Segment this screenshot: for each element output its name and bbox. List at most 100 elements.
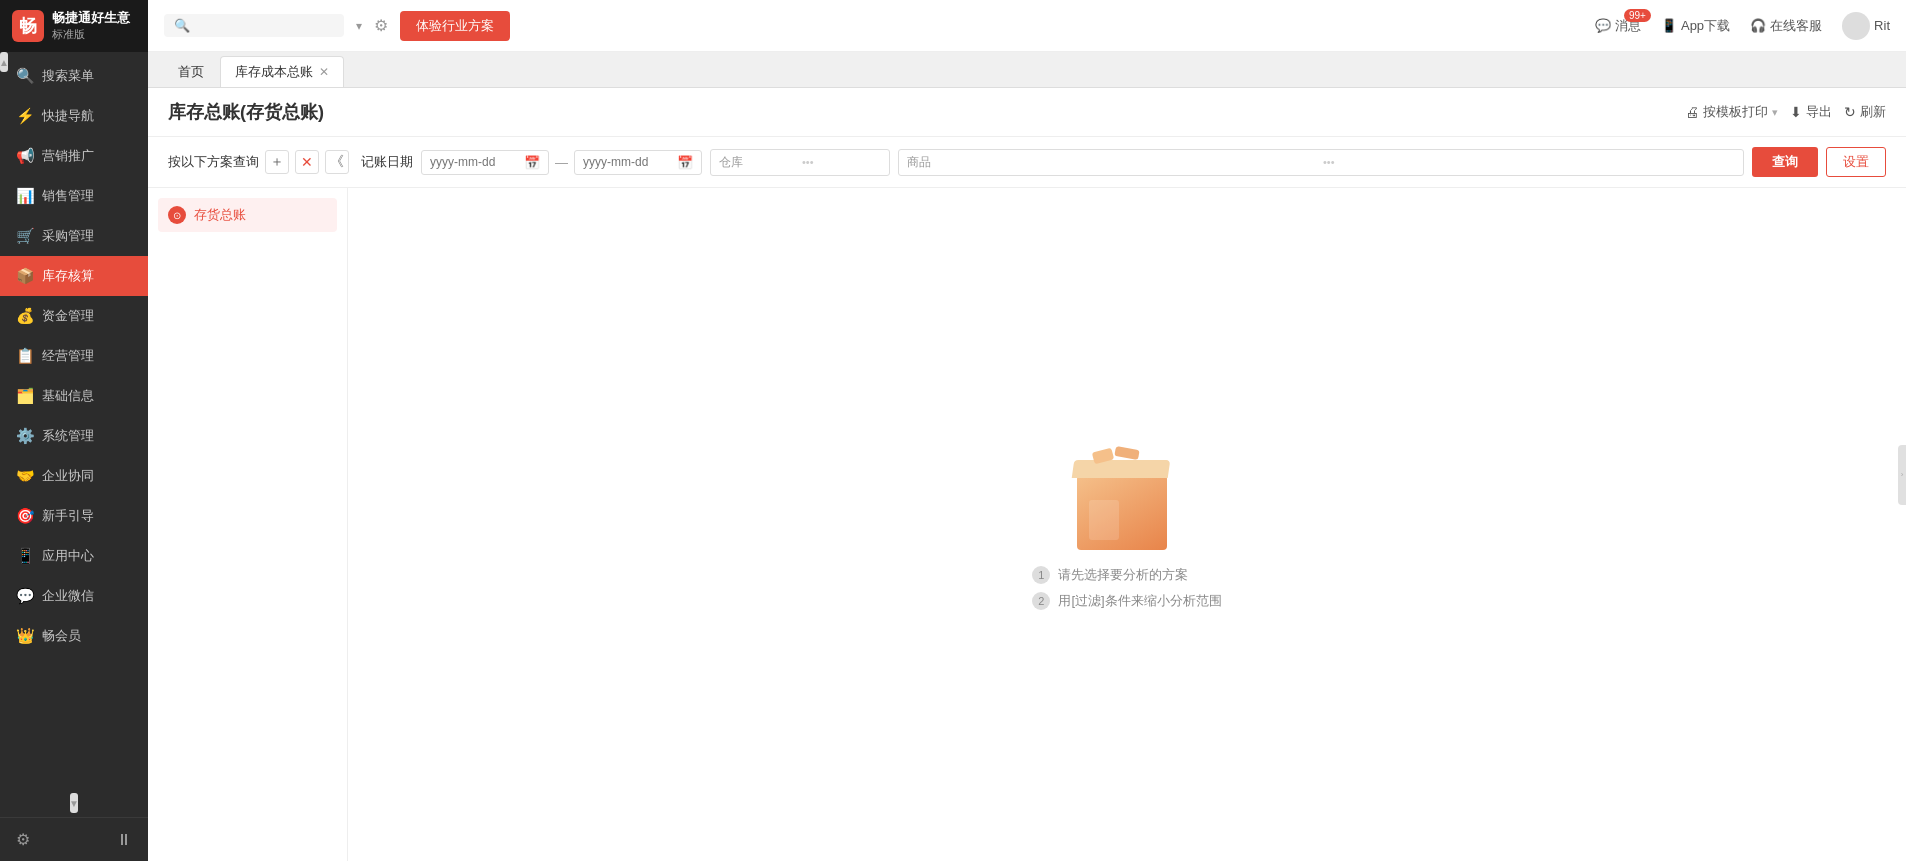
messages-item[interactable]: 💬 消息 99+ [1595, 17, 1641, 35]
tab-inventory-cost[interactable]: 库存成本总账 ✕ [220, 56, 344, 87]
appstore-icon: 📱 [16, 547, 34, 565]
page-actions: 🖨 按模板打印 ▾ ⬇ 导出 ↻ 刷新 [1685, 103, 1886, 121]
warehouse-more-icon[interactable]: ••• [802, 156, 881, 168]
marketing-icon: 📢 [16, 147, 34, 165]
sidebar-item-operation[interactable]: 📋 经营管理 [0, 336, 148, 376]
sidebar-item-finance[interactable]: 💰 资金管理 [0, 296, 148, 336]
finance-icon: 💰 [16, 307, 34, 325]
sidebar-item-appstore[interactable]: 📱 应用中心 [0, 536, 148, 576]
topbar-search-box[interactable]: 🔍 [164, 14, 344, 37]
app-edition: 标准版 [52, 27, 130, 41]
topbar-right: 💬 消息 99+ 📱 App下载 🎧 在线客服 Rit [1595, 12, 1890, 40]
remove-filter-btn[interactable]: ✕ [295, 150, 319, 174]
query-btn[interactable]: 查询 [1752, 147, 1818, 177]
main-area: 🔍 ▾ ⚙ 体验行业方案 💬 消息 99+ 📱 App下载 🎧 在线客服 Rit [148, 0, 1906, 861]
online-service-item[interactable]: 🎧 在线客服 [1750, 17, 1822, 35]
sidebar-item-base[interactable]: 🗂️ 基础信息 [0, 376, 148, 416]
sidebar-item-sales[interactable]: 📊 销售管理 [0, 176, 148, 216]
collapse-icon[interactable]: ⏸ [116, 831, 132, 849]
print-dropdown-icon[interactable]: ▾ [1772, 106, 1778, 119]
topbar-search-icon: 🔍 [174, 18, 190, 33]
sidebar-label-appstore: 应用中心 [42, 547, 94, 565]
filter-scheme-group: 按以下方案查询 ＋ ✕ 《 [168, 150, 349, 174]
user-avatar [1842, 12, 1870, 40]
service-icon: 🎧 [1750, 18, 1766, 33]
product-more-icon[interactable]: ••• [1323, 156, 1735, 168]
calendar-start-icon[interactable]: 📅 [524, 155, 540, 170]
empty-illustration [1057, 440, 1197, 550]
calendar-end-icon[interactable]: 📅 [677, 155, 693, 170]
tabbar: 首页 库存成本总账 ✕ [148, 52, 1906, 88]
side-collapse-handle[interactable]: › [1898, 445, 1906, 505]
user-item[interactable]: Rit [1842, 12, 1890, 40]
date-end-input[interactable]: 📅 [574, 150, 702, 175]
sidebar-footer: ⚙ ⏸ [0, 817, 148, 861]
sidebar-label-vip: 畅会员 [42, 627, 81, 645]
tab-home[interactable]: 首页 [164, 57, 218, 87]
operation-icon: 📋 [16, 347, 34, 365]
scroll-down-btn[interactable]: ▼ [70, 793, 78, 813]
filter-left-panel: ⊙ 存货总账 [148, 188, 348, 861]
empty-hints: 1 请先选择要分析的方案 2 用[过滤]条件来缩小分析范围 [1032, 566, 1221, 610]
date-start-field[interactable] [430, 155, 520, 169]
hint-item-1: 1 请先选择要分析的方案 [1032, 566, 1221, 584]
sidebar-item-purchase[interactable]: 🛒 采购管理 [0, 216, 148, 256]
sidebar-item-quick[interactable]: ⚡ 快捷导航 [0, 96, 148, 136]
collapse-filter-btn[interactable]: 《 [325, 150, 349, 174]
sales-icon: 📊 [16, 187, 34, 205]
sidebar-label-inventory: 库存核算 [42, 267, 94, 285]
tab-home-label: 首页 [178, 63, 204, 81]
sidebar-item-guide[interactable]: 🎯 新手引导 [0, 496, 148, 536]
date-end-field[interactable] [583, 155, 673, 169]
page-title: 库存总账(存货总账) [168, 100, 324, 124]
content-area: 库存总账(存货总账) 🖨 按模板打印 ▾ ⬇ 导出 ↻ 刷新 [148, 88, 1906, 861]
topbar-search-input[interactable] [196, 18, 296, 33]
topbar-dropdown-icon[interactable]: ▾ [356, 19, 362, 33]
industry-btn[interactable]: 体验行业方案 [400, 11, 510, 41]
filter-item-inventory-ledger[interactable]: ⊙ 存货总账 [158, 198, 337, 232]
purchase-icon: 🛒 [16, 227, 34, 245]
lightning-icon: ⚡ [16, 107, 34, 125]
sidebar-item-search[interactable]: 🔍 搜索菜单 [0, 56, 148, 96]
print-btn[interactable]: 🖨 按模板打印 ▾ [1685, 103, 1778, 121]
box-highlight [1089, 500, 1119, 540]
sidebar-item-inventory[interactable]: 📦 库存核算 [0, 256, 148, 296]
cooperation-icon: 🤝 [16, 467, 34, 485]
filter-actions: ＋ ✕ 《 [265, 150, 349, 174]
date-start-input[interactable]: 📅 [421, 150, 549, 175]
sidebar-label-quick: 快捷导航 [42, 107, 94, 125]
product-select[interactable]: 商品 ••• [898, 149, 1744, 176]
warehouse-label: 仓库 [719, 154, 798, 171]
messages-icon: 💬 [1595, 18, 1611, 33]
filter-item-label: 存货总账 [194, 206, 246, 224]
app-download-label: App下载 [1681, 17, 1730, 35]
warehouse-select[interactable]: 仓库 ••• [710, 149, 890, 176]
add-filter-btn[interactable]: ＋ [265, 150, 289, 174]
guide-icon: 🎯 [16, 507, 34, 525]
box-paper2 [1114, 445, 1139, 459]
scroll-up-btn[interactable]: ▲ [0, 52, 8, 72]
sidebar-item-weixin[interactable]: 💬 企业微信 [0, 576, 148, 616]
export-btn[interactable]: ⬇ 导出 [1790, 103, 1832, 121]
base-icon: 🗂️ [16, 387, 34, 405]
hint-text-2: 用[过滤]条件来缩小分析范围 [1058, 592, 1221, 610]
data-area: 1 请先选择要分析的方案 2 用[过滤]条件来缩小分析范围 [348, 188, 1906, 861]
filter-panel: ⊙ 存货总账 [148, 188, 1906, 861]
refresh-btn[interactable]: ↻ 刷新 [1844, 103, 1886, 121]
tab-close-icon[interactable]: ✕ [319, 66, 329, 78]
settings-btn[interactable]: 设置 [1826, 147, 1886, 177]
sidebar-item-marketing[interactable]: 📢 营销推广 [0, 136, 148, 176]
sidebar-label-base: 基础信息 [42, 387, 94, 405]
sidebar-label-operation: 经营管理 [42, 347, 94, 365]
sidebar-item-vip[interactable]: 👑 畅会员 [0, 616, 148, 656]
settings-icon[interactable]: ⚙ [16, 830, 30, 849]
date-range-group: 📅 — 📅 [421, 150, 702, 175]
sidebar-label-purchase: 采购管理 [42, 227, 94, 245]
topbar-settings-icon[interactable]: ⚙ [374, 16, 388, 35]
sidebar-item-system[interactable]: ⚙️ 系统管理 [0, 416, 148, 456]
tab-inventory-cost-label: 库存成本总账 [235, 63, 313, 81]
system-icon: ⚙️ [16, 427, 34, 445]
sidebar-nav: 🔍 搜索菜单 ⚡ 快捷导航 📢 营销推广 📊 销售管理 🛒 采购管理 📦 库存核… [0, 52, 148, 789]
app-download-item[interactable]: 📱 App下载 [1661, 17, 1730, 35]
sidebar-item-cooperation[interactable]: 🤝 企业协同 [0, 456, 148, 496]
